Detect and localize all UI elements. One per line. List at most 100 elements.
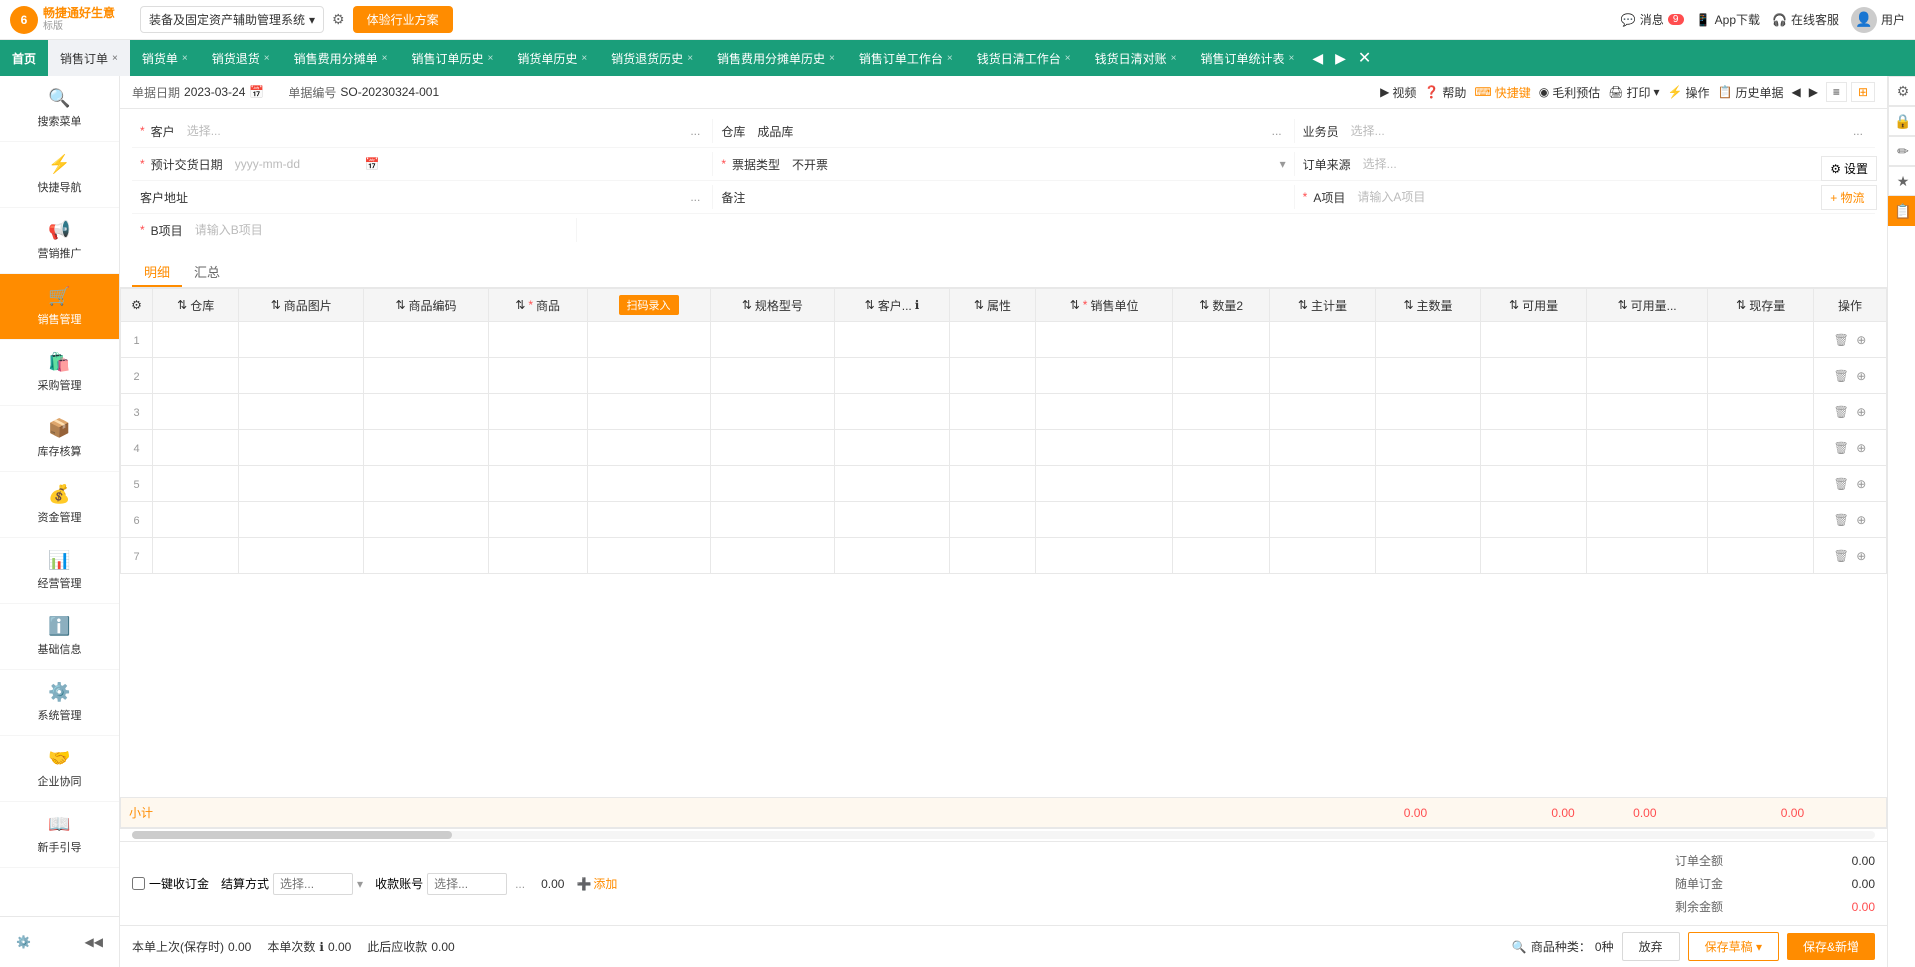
- row-main-qty[interactable]: [1375, 358, 1481, 394]
- sidebar-item-marketing[interactable]: 📢 营销推广: [0, 208, 119, 274]
- row-available[interactable]: [1481, 394, 1587, 430]
- row-code[interactable]: [364, 322, 489, 358]
- row-img[interactable]: [239, 502, 364, 538]
- row-product[interactable]: [488, 394, 587, 430]
- row-main-unit[interactable]: [1270, 322, 1376, 358]
- row-available2[interactable]: [1586, 538, 1708, 574]
- row-sales-unit[interactable]: [1036, 322, 1173, 358]
- sidebar-item-finance[interactable]: 💰 资金管理: [0, 472, 119, 538]
- sidebar-item-guide[interactable]: 📖 新手引导: [0, 802, 119, 868]
- warehouse-ellipsis[interactable]: ...: [1268, 124, 1286, 138]
- col-settings[interactable]: ⚙: [121, 289, 153, 322]
- note-input[interactable]: [751, 187, 1285, 207]
- tab-detail[interactable]: 明细: [132, 258, 182, 287]
- close-icon[interactable]: ×: [1171, 53, 1177, 64]
- row-qty2[interactable]: [1173, 466, 1270, 502]
- row-qty2[interactable]: [1173, 538, 1270, 574]
- row-available[interactable]: [1481, 538, 1587, 574]
- float-star-btn[interactable]: ★: [1888, 166, 1915, 196]
- row-code[interactable]: [364, 502, 489, 538]
- sidebar-settings-btn[interactable]: ⚙️: [8, 925, 39, 959]
- sidebar-item-enterprise[interactable]: 🤝 企业协同: [0, 736, 119, 802]
- row-attribute[interactable]: [949, 358, 1035, 394]
- close-icon[interactable]: ×: [829, 53, 835, 64]
- float-edit-btn[interactable]: ✏: [1888, 136, 1915, 166]
- row-main-qty[interactable]: [1375, 466, 1481, 502]
- tab-sales-return[interactable]: 销货退货 ×: [200, 40, 282, 76]
- industry-btn[interactable]: 体验行业方案: [353, 6, 453, 33]
- row-warehouse[interactable]: [153, 430, 239, 466]
- row-current[interactable]: [1708, 322, 1814, 358]
- row-product[interactable]: [488, 466, 587, 502]
- row-delete-btn[interactable]: 🗑: [1834, 441, 1849, 455]
- nav-prev[interactable]: ◀: [1791, 85, 1800, 99]
- row-available2[interactable]: [1586, 430, 1708, 466]
- history-btn[interactable]: 📋 历史单据: [1717, 84, 1783, 101]
- row-current[interactable]: [1708, 394, 1814, 430]
- user-avatar[interactable]: 👤 用户: [1851, 7, 1905, 33]
- date-picker-icon[interactable]: 📅: [365, 157, 380, 171]
- row-available2[interactable]: [1586, 466, 1708, 502]
- customer-ellipsis[interactable]: ...: [686, 124, 704, 138]
- row-spec[interactable]: [710, 430, 835, 466]
- sidebar-item-purchase[interactable]: 🛍️ 采购管理: [0, 340, 119, 406]
- b-project-input[interactable]: [189, 220, 568, 240]
- sidebar-item-search[interactable]: 🔍 搜索菜单: [0, 76, 119, 142]
- row-scan[interactable]: [587, 394, 710, 430]
- row-copy-btn[interactable]: ⊕: [1856, 333, 1866, 347]
- close-icon[interactable]: ×: [264, 53, 270, 64]
- message-btn[interactable]: 💬 消息 9: [1621, 11, 1684, 28]
- row-main-qty[interactable]: [1375, 430, 1481, 466]
- row-customer-code[interactable]: [835, 538, 949, 574]
- row-attribute[interactable]: [949, 394, 1035, 430]
- row-warehouse[interactable]: [153, 394, 239, 430]
- row-warehouse[interactable]: [153, 466, 239, 502]
- row-warehouse[interactable]: [153, 502, 239, 538]
- row-delete-btn[interactable]: 🗑: [1834, 477, 1849, 491]
- row-customer-code[interactable]: [835, 430, 949, 466]
- row-current[interactable]: [1708, 466, 1814, 502]
- save-new-btn[interactable]: 保存&新增: [1787, 933, 1875, 960]
- tab-cash-reconcile[interactable]: 钱货日清对账 ×: [1083, 40, 1189, 76]
- row-current[interactable]: [1708, 358, 1814, 394]
- row-available2[interactable]: [1586, 394, 1708, 430]
- row-customer-code[interactable]: [835, 322, 949, 358]
- row-attribute[interactable]: [949, 322, 1035, 358]
- sidebar-item-sales[interactable]: 🛒 销售管理: [0, 274, 119, 340]
- row-spec[interactable]: [710, 394, 835, 430]
- row-img[interactable]: [239, 394, 364, 430]
- col-settings-icon[interactable]: ⚙: [131, 298, 142, 312]
- row-sales-unit[interactable]: [1036, 538, 1173, 574]
- row-delete-btn[interactable]: 🗑: [1834, 513, 1849, 527]
- add-payment-btn[interactable]: ➕ 添加: [576, 875, 617, 892]
- row-product[interactable]: [488, 538, 587, 574]
- scan-enter-btn[interactable]: 扫码录入: [619, 295, 679, 315]
- close-icon[interactable]: ×: [487, 53, 493, 64]
- scroll-thumb[interactable]: [132, 831, 452, 839]
- row-copy-btn[interactable]: ⊕: [1856, 441, 1866, 455]
- close-icon[interactable]: ×: [687, 53, 693, 64]
- close-icon[interactable]: ×: [182, 53, 188, 64]
- row-customer-code[interactable]: [835, 502, 949, 538]
- print-btn[interactable]: 🖨 打印 ▾: [1608, 84, 1659, 101]
- account-input[interactable]: [427, 873, 507, 895]
- close-icon[interactable]: ×: [382, 53, 388, 64]
- row-main-unit[interactable]: [1270, 394, 1376, 430]
- settings-panel-btn[interactable]: ⚙ 设置: [1821, 156, 1877, 181]
- system-name[interactable]: 装备及固定资产辅助管理系统 ▾: [140, 6, 324, 33]
- sidebar-item-basic-info[interactable]: ℹ️ 基础信息: [0, 604, 119, 670]
- row-delete-btn[interactable]: 🗑: [1834, 549, 1849, 563]
- row-img[interactable]: [239, 466, 364, 502]
- row-code[interactable]: [364, 466, 489, 502]
- row-action[interactable]: 🗑 ⊕: [1813, 538, 1886, 574]
- row-sales-unit[interactable]: [1036, 430, 1173, 466]
- order-source-input[interactable]: [1357, 154, 1843, 174]
- calendar-icon[interactable]: 📅: [249, 85, 264, 99]
- account-ellipsis[interactable]: ...: [511, 877, 529, 891]
- nav-prev-arrow[interactable]: ◀: [1306, 50, 1329, 67]
- row-copy-btn[interactable]: ⊕: [1856, 549, 1866, 563]
- row-qty2[interactable]: [1173, 358, 1270, 394]
- help-btn[interactable]: ❓ 帮助: [1424, 84, 1466, 101]
- row-available[interactable]: [1481, 430, 1587, 466]
- row-action[interactable]: 🗑 ⊕: [1813, 430, 1886, 466]
